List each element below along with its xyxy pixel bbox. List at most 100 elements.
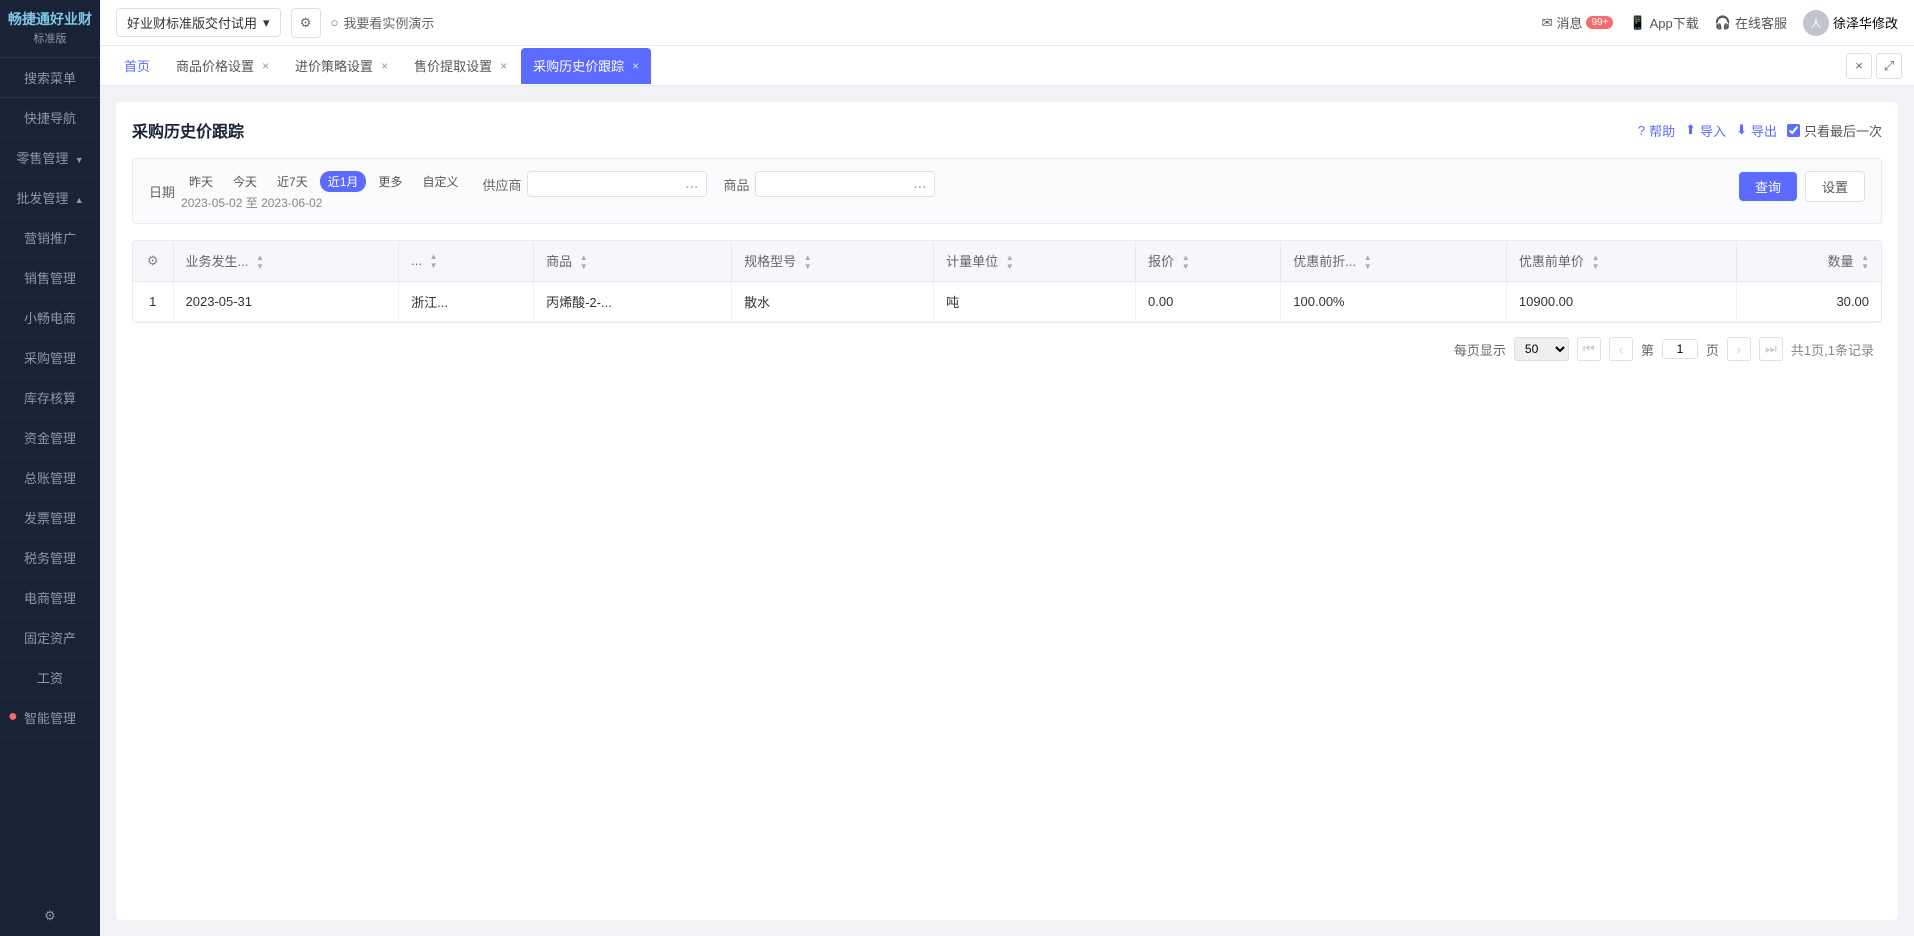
sidebar-item-ecommerce[interactable]: 电商管理 <box>0 578 100 618</box>
messages-button[interactable]: ✉ 消息 99+ <box>1542 13 1614 32</box>
message-icon: ✉ <box>1542 15 1553 31</box>
edition-label: 标准版 <box>8 32 92 47</box>
sidebar-item-sales[interactable]: 销售管理 <box>0 258 100 298</box>
top-header: 好业财标准版交付试用 ▾ ⚙ ○ 我要看实例演示 ✉ 消息 99+ 📱 App下… <box>100 0 1914 46</box>
page-title: 采购历史价跟踪 <box>132 118 244 142</box>
date-label: 日期 <box>149 182 175 201</box>
sidebar-item-payroll[interactable]: 工资 <box>0 658 100 698</box>
col-unit[interactable]: 计量单位 ▲▼ <box>934 241 1136 282</box>
date-filter-group: 日期 昨天 今天 近7天 近1月 更多 自定义 2023-05-02 至 202… <box>149 171 466 211</box>
supplier-input-wrapper: ... <box>527 171 707 197</box>
supplier-input[interactable] <box>536 177 681 191</box>
query-button[interactable]: 查询 <box>1739 172 1797 201</box>
data-table-wrapper: ⚙ 业务发生... ▲▼ ... ▲▼ 商品 <box>132 240 1882 323</box>
only-last-checkbox[interactable] <box>1787 124 1800 137</box>
sidebar-item-ledger[interactable]: 总账管理 <box>0 458 100 498</box>
page-number-input[interactable]: 1 <box>1662 339 1698 359</box>
cell-quantity: 30.00 <box>1737 282 1881 322</box>
maximize-tab-button[interactable]: ⤢ <box>1876 53 1902 79</box>
tab-home[interactable]: 首页 <box>112 48 162 84</box>
export-icon: ⬇ <box>1736 122 1747 138</box>
col-spec[interactable]: 规格型号 ▲▼ <box>732 241 934 282</box>
sort-quote-icon: ▲▼ <box>1182 254 1190 271</box>
version-selector[interactable]: 好业财标准版交付试用 ▾ <box>116 8 281 37</box>
last-page-button[interactable]: ⏭ <box>1759 337 1783 361</box>
date-opt-custom[interactable]: 自定义 <box>414 171 466 192</box>
date-opt-last7[interactable]: 近7天 <box>269 171 316 192</box>
filter-settings-button[interactable]: 设置 <box>1805 171 1865 202</box>
demo-button[interactable]: ○ 我要看实例演示 <box>331 13 435 32</box>
close-tab-button[interactable]: × <box>1846 53 1872 79</box>
import-button[interactable]: ⬆ 导入 <box>1685 121 1726 140</box>
sidebar-item-purchase[interactable]: 采购管理 <box>0 338 100 378</box>
cell-product: 丙烯酸-2-... <box>534 282 732 322</box>
header-right: ✉ 消息 99+ 📱 App下载 🎧 在线客服 人 徐泽华修改 <box>1542 10 1898 36</box>
date-opt-yesterday[interactable]: 昨天 <box>181 171 221 192</box>
sidebar-item-marketing[interactable]: 营销推广 <box>0 218 100 258</box>
prev-page-button[interactable]: ‹ <box>1609 337 1633 361</box>
product-dots-button[interactable]: ... <box>913 175 926 193</box>
tab-close-sale-price[interactable]: × <box>500 59 507 73</box>
filter-actions: 查询 设置 <box>1739 171 1865 202</box>
next-page-button[interactable]: › <box>1727 337 1751 361</box>
help-button[interactable]: ? 帮助 <box>1638 121 1675 140</box>
page-header: 采购历史价跟踪 ? 帮助 ⬆ 导入 ⬇ 导出 <box>132 118 1882 142</box>
sidebar-item-finance[interactable]: 资金管理 <box>0 418 100 458</box>
col-quantity[interactable]: 数量 ▲▼ <box>1737 241 1881 282</box>
tab-product-price[interactable]: 商品价格设置 × <box>164 48 281 84</box>
sidebar-item-wholesale[interactable]: 批发管理 <box>0 178 100 218</box>
tab-close-history-price[interactable]: × <box>632 59 639 73</box>
sidebar-item-ecommerce-small[interactable]: 小畅电商 <box>0 298 100 338</box>
user-info[interactable]: 人 徐泽华修改 <box>1803 10 1898 36</box>
supplier-dots-button[interactable]: ... <box>685 175 698 193</box>
tab-close-purchase-strategy[interactable]: × <box>381 59 388 73</box>
supplier-label: 供应商 <box>482 175 521 194</box>
sidebar-item-tax[interactable]: 税务管理 <box>0 538 100 578</box>
col-pre-discount-price[interactable]: 优惠前单价 ▲▼ <box>1506 241 1736 282</box>
date-opt-more[interactable]: 更多 <box>370 171 410 192</box>
gear-icon[interactable]: ⚙ <box>147 253 159 268</box>
col-biz-date[interactable]: 业务发生... ▲▼ <box>173 241 399 282</box>
page-panel: 采购历史价跟踪 ? 帮助 ⬆ 导入 ⬇ 导出 <box>116 102 1898 920</box>
sidebar-item-retail[interactable]: 零售管理 <box>0 138 100 178</box>
sidebar-item-smart[interactable]: ● 智能管理 <box>0 698 100 738</box>
tab-purchase-strategy[interactable]: 进价策略设置 × <box>283 48 400 84</box>
first-page-button[interactable]: ⏮ <box>1577 337 1601 361</box>
per-page-select[interactable]: 50 100 200 <box>1514 337 1569 361</box>
sidebar: 畅捷通好业财 标准版 搜索菜单 快捷导航 零售管理 批发管理 营销推广 销售管理… <box>0 0 100 936</box>
header-settings-icon[interactable]: ⚙ <box>291 8 321 38</box>
supplier-filter-group: 供应商 ... <box>482 171 707 197</box>
product-input[interactable] <box>764 177 909 191</box>
sidebar-settings-icon[interactable]: ⚙ <box>0 896 100 936</box>
tab-close-product-price[interactable]: × <box>262 59 269 73</box>
sidebar-logo: 畅捷通好业财 标准版 <box>0 0 100 58</box>
tab-sale-price[interactable]: 售价提取设置 × <box>402 48 519 84</box>
sidebar-item-assets[interactable]: 固定资产 <box>0 618 100 658</box>
sort-biz-date-icon: ▲▼ <box>256 254 264 271</box>
import-icon: ⬆ <box>1685 122 1696 138</box>
col-quote[interactable]: 报价 ▲▼ <box>1136 241 1281 282</box>
export-button[interactable]: ⬇ 导出 <box>1736 121 1777 140</box>
sidebar-item-invoice[interactable]: 发票管理 <box>0 498 100 538</box>
date-options: 昨天 今天 近7天 近1月 更多 自定义 <box>181 171 466 192</box>
col-more[interactable]: ... ▲▼ <box>399 241 534 282</box>
tab-history-price[interactable]: 采购历史价跟踪 × <box>521 48 651 84</box>
col-product[interactable]: 商品 ▲▼ <box>534 241 732 282</box>
app-download-button[interactable]: 📱 App下载 <box>1629 13 1698 32</box>
sidebar-search[interactable]: 搜索菜单 <box>0 58 100 98</box>
product-filter-group: 商品 ... <box>723 171 935 197</box>
per-page-label: 每页显示 <box>1454 340 1506 359</box>
sidebar-item-quick-nav[interactable]: 快捷导航 <box>0 98 100 138</box>
page-label: 第 <box>1641 340 1654 359</box>
cell-spec: 散水 <box>732 282 934 322</box>
sort-more-icon: ▲▼ <box>430 253 438 270</box>
content-area: 采购历史价跟踪 ? 帮助 ⬆ 导入 ⬇ 导出 <box>100 86 1914 936</box>
date-opt-last1month[interactable]: 近1月 <box>320 171 367 192</box>
online-service-button[interactable]: 🎧 在线客服 <box>1715 13 1787 32</box>
only-last-wrapper: 只看最后一次 <box>1787 121 1882 140</box>
page-suffix: 页 <box>1706 340 1719 359</box>
sidebar-item-inventory[interactable]: 库存核算 <box>0 378 100 418</box>
col-discount[interactable]: 优惠前折... ▲▼ <box>1281 241 1507 282</box>
date-opt-today[interactable]: 今天 <box>225 171 265 192</box>
data-table: ⚙ 业务发生... ▲▼ ... ▲▼ 商品 <box>133 241 1881 322</box>
